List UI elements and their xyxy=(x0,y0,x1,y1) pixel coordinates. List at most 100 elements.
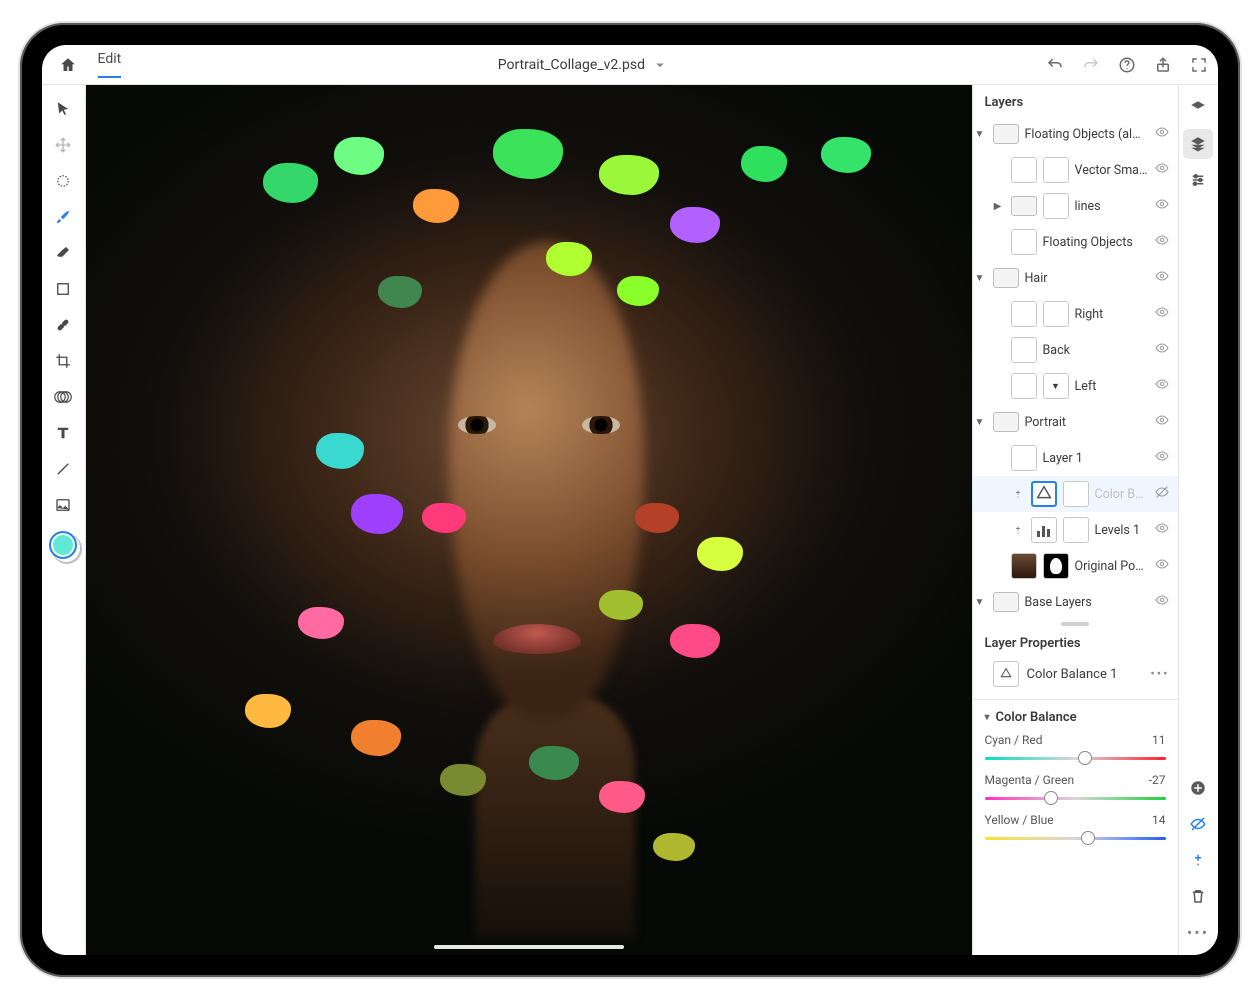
visibility-toggle[interactable] xyxy=(1154,484,1172,504)
slider-label: Magenta / Green xyxy=(985,773,1075,787)
layers-list[interactable]: ▼ Floating Objects (always on top) Vector … xyxy=(973,116,1178,620)
color-balance-sliders: Cyan / Red11Magenta / Green-27Yellow / B… xyxy=(973,729,1178,849)
layer-properties-more-icon[interactable]: ••• xyxy=(1150,667,1169,682)
eraser-tool[interactable] xyxy=(47,237,79,269)
layers-stack-icon[interactable] xyxy=(1183,129,1213,159)
tool-rail xyxy=(42,85,86,955)
color-balance-slider[interactable]: Cyan / Red11 xyxy=(973,729,1178,769)
layer-thumb xyxy=(1011,337,1037,363)
layer-thumb xyxy=(1031,481,1057,507)
adjustment-thumb[interactable] xyxy=(993,661,1019,687)
canvas-artwork xyxy=(86,85,972,955)
layer-row[interactable]: ▼ Floating Objects (always on top) xyxy=(973,116,1178,152)
visibility-toggle[interactable] xyxy=(1154,520,1172,540)
panel-resize-grip[interactable] xyxy=(973,620,1178,630)
visibility-toggle[interactable] xyxy=(1154,160,1172,180)
brush-tool[interactable] xyxy=(47,201,79,233)
layers-panel: Layers ▼Floating Objects (always on top)… xyxy=(972,85,1178,955)
mask-thumb xyxy=(1063,481,1089,507)
layers-filled-icon[interactable] xyxy=(1183,93,1213,123)
share-icon[interactable] xyxy=(1154,56,1172,74)
mask-thumb xyxy=(1063,517,1089,543)
slider-knob[interactable] xyxy=(1081,831,1095,845)
canvas[interactable] xyxy=(86,85,972,955)
slider-knob[interactable] xyxy=(1044,791,1058,805)
healing-tool[interactable] xyxy=(47,309,79,341)
ipad-device-frame: Edit Portrait_Collage_v2.psd xyxy=(20,23,1240,977)
visibility-toggle[interactable] xyxy=(1154,268,1172,288)
visibility-toggle[interactable] xyxy=(1154,376,1172,396)
visibility-toggle[interactable] xyxy=(1154,412,1172,432)
color-balance-slider[interactable]: Magenta / Green-27 xyxy=(973,769,1178,809)
fill-tool[interactable] xyxy=(47,273,79,305)
layer-row[interactable]: Vector Smart Object xyxy=(973,152,1178,188)
slider-knob[interactable] xyxy=(1078,751,1092,765)
menu-edit[interactable]: Edit xyxy=(98,51,122,78)
visibility-toggle[interactable] xyxy=(1154,340,1172,360)
layer-label: Floating Objects xyxy=(1043,235,1148,250)
home-indicator xyxy=(434,945,624,949)
text-tool[interactable] xyxy=(47,417,79,449)
visibility-off-icon[interactable] xyxy=(1183,809,1213,839)
group-toggle[interactable]: ▼ xyxy=(973,597,987,608)
visibility-toggle[interactable] xyxy=(1154,592,1172,612)
plus-circle-icon[interactable] xyxy=(1183,773,1213,803)
group-toggle[interactable]: ▼ xyxy=(973,417,987,428)
image-tool[interactable] xyxy=(47,489,79,521)
visibility-toggle[interactable] xyxy=(1154,232,1172,252)
layer-row[interactable]: ▼ Hair xyxy=(973,260,1178,296)
document-dropdown-icon[interactable] xyxy=(651,56,669,74)
layer-properties-name-row: Color Balance 1 ••• xyxy=(973,657,1178,695)
layer-thumb xyxy=(1031,517,1057,543)
layer-row[interactable]: ▼Left xyxy=(973,368,1178,404)
color-swatch[interactable] xyxy=(49,531,77,559)
layer-properties-title: Layer Properties xyxy=(973,630,1178,657)
move-tool[interactable] xyxy=(47,129,79,161)
app-screen: Edit Portrait_Collage_v2.psd xyxy=(42,45,1218,955)
layer-thumb xyxy=(1011,373,1037,399)
layer-row[interactable]: Layer 1 xyxy=(973,440,1178,476)
layer-label: Original Portrait xyxy=(1075,559,1148,574)
home-icon[interactable] xyxy=(52,49,84,81)
slider-label: Cyan / Red xyxy=(985,733,1043,747)
visibility-toggle[interactable] xyxy=(1154,196,1172,216)
fullscreen-icon[interactable] xyxy=(1190,56,1208,74)
layer-row[interactable]: Floating Objects xyxy=(973,224,1178,260)
crop-tool[interactable] xyxy=(47,345,79,377)
right-rail: ••• xyxy=(1178,85,1218,955)
undo-icon[interactable] xyxy=(1046,56,1064,74)
layer-label: Color Balance 1 xyxy=(1095,487,1148,502)
folder-icon xyxy=(993,412,1019,432)
layer-row[interactable]: Color Balance 1 xyxy=(973,476,1178,512)
visibility-toggle[interactable] xyxy=(1154,304,1172,324)
group-toggle[interactable]: ▼ xyxy=(973,129,987,140)
color-balance-slider[interactable]: Yellow / Blue14 xyxy=(973,809,1178,849)
layer-row[interactable]: Original Portrait xyxy=(973,548,1178,584)
visibility-toggle[interactable] xyxy=(1154,556,1172,576)
layer-row[interactable]: Right xyxy=(973,296,1178,332)
layer-row[interactable]: ▼Base Layers xyxy=(973,584,1178,620)
layer-row[interactable]: Levels 1 xyxy=(973,512,1178,548)
redo-icon[interactable] xyxy=(1082,56,1100,74)
color-balance-header[interactable]: ▾ Color Balance xyxy=(973,704,1178,729)
visibility-toggle[interactable] xyxy=(1154,448,1172,468)
help-icon[interactable] xyxy=(1118,56,1136,74)
layer-row[interactable]: ▼ Portrait xyxy=(973,404,1178,440)
trash-icon[interactable] xyxy=(1183,881,1213,911)
layer-label: Hair xyxy=(1025,271,1148,286)
layer-row[interactable]: Back xyxy=(973,332,1178,368)
visibility-toggle[interactable] xyxy=(1154,124,1172,144)
lasso-tool[interactable] xyxy=(47,165,79,197)
line-tool[interactable] xyxy=(47,453,79,485)
group-toggle[interactable]: ▼ xyxy=(973,273,987,284)
main-area: 650 ••• xyxy=(42,85,1218,955)
layer-thumb xyxy=(1011,553,1037,579)
adjustment-indicator-icon[interactable] xyxy=(1183,845,1213,875)
layer-label: Portrait xyxy=(1025,415,1148,430)
layer-label: Floating Objects (always on top) xyxy=(1025,127,1148,142)
more-icon[interactable]: ••• xyxy=(1183,917,1213,947)
layer-row[interactable]: ▶lines xyxy=(973,188,1178,224)
selection-tool[interactable] xyxy=(47,93,79,125)
adjustments-tool[interactable] xyxy=(47,381,79,413)
sliders-icon[interactable] xyxy=(1183,165,1213,195)
